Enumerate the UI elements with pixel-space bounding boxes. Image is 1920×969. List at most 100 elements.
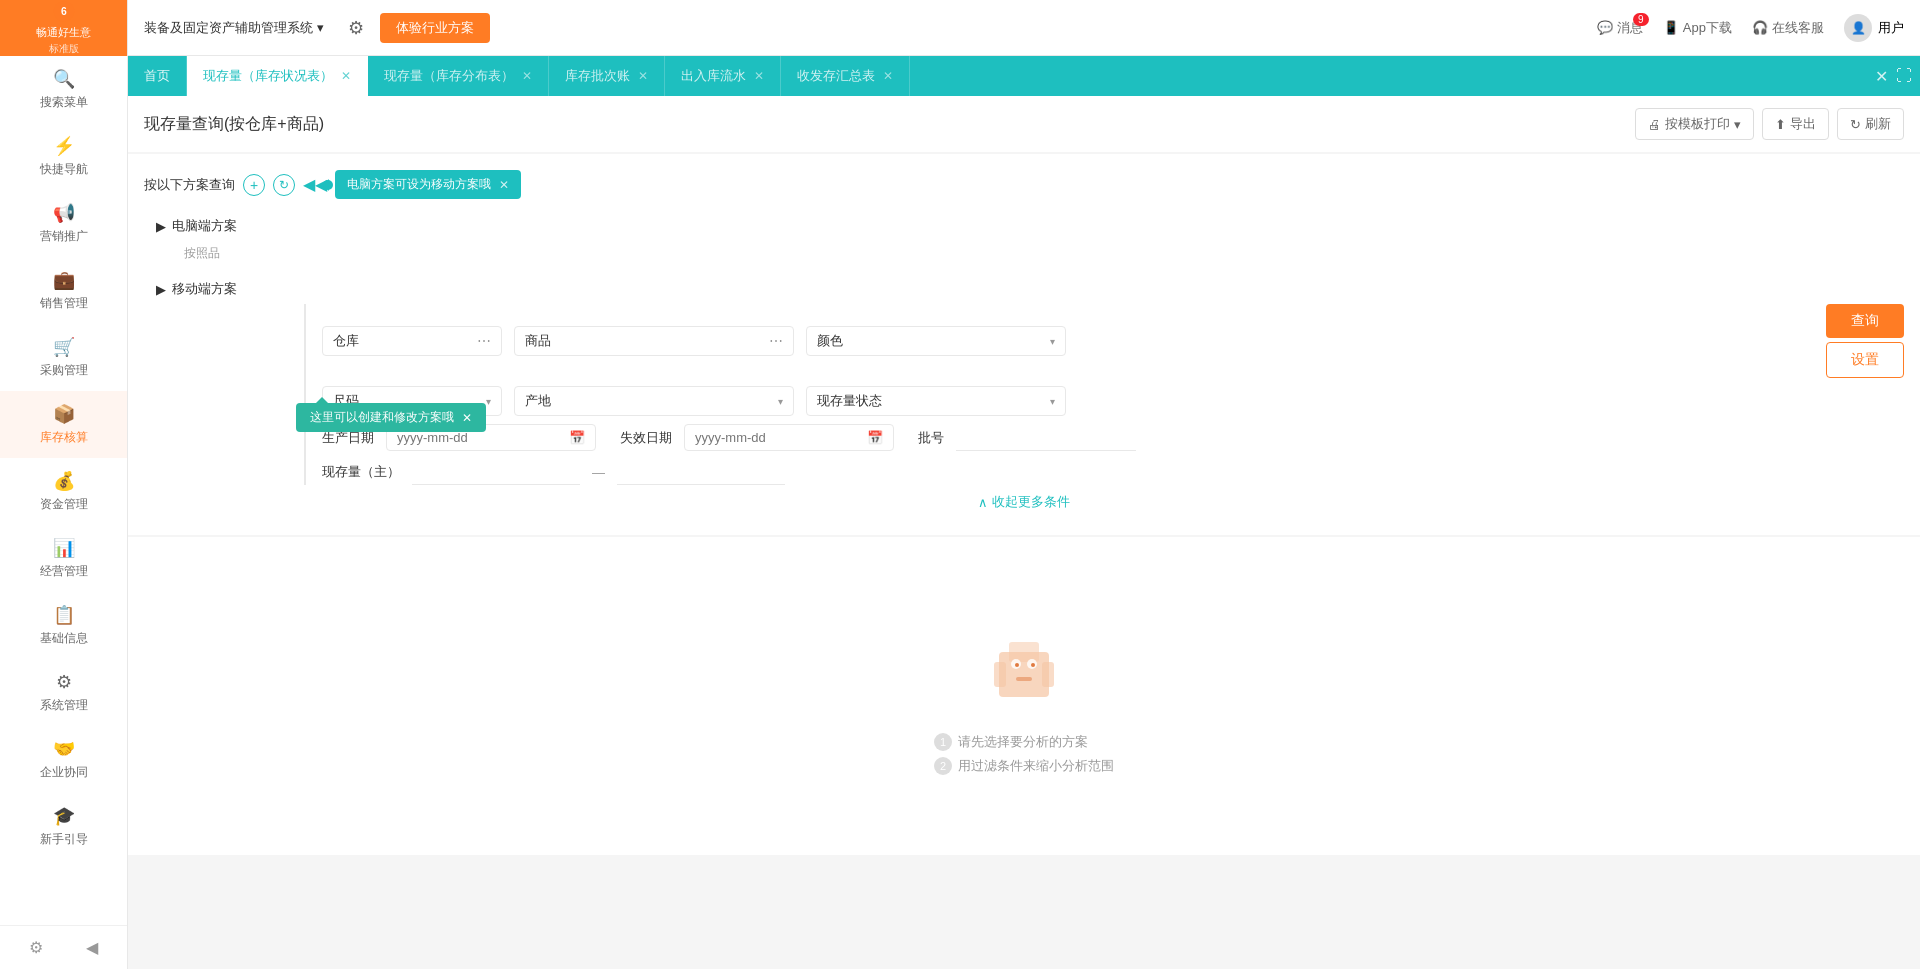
tab-bar-expand-icon[interactable]: ⛶ xyxy=(1896,67,1912,85)
tip-text-1: 请先选择要分析的方案 xyxy=(958,733,1088,751)
desktop-scheme-item[interactable]: ▶ 电脑端方案 xyxy=(144,211,304,241)
sidebar-item-search[interactable]: 🔍 搜索菜单 xyxy=(0,56,127,123)
sidebar-item-enterprise[interactable]: 🤝 企业协同 xyxy=(0,726,127,793)
stock-main-to-input[interactable] xyxy=(617,459,785,485)
marketing-nav-icon: 📢 xyxy=(53,202,75,224)
tip-num-2: 2 xyxy=(934,757,952,775)
filter-add-scheme-btn[interactable]: + xyxy=(243,174,265,196)
tab-batch-label: 库存批次账 xyxy=(565,67,630,85)
content-area: 现存量查询(按仓库+商品) 🖨 按模板打印 ▾ ⬆ 导出 ↻ 刷新 xyxy=(128,96,1920,969)
system-selector[interactable]: 装备及固定资产辅助管理系统 ▾ xyxy=(144,19,324,37)
warehouse-select[interactable]: 仓库 ⋯ xyxy=(322,326,502,356)
desktop-scheme: ▶ 电脑端方案 按照品 xyxy=(144,211,304,266)
svg-point-9 xyxy=(1031,663,1035,667)
avatar-icon: 👤 xyxy=(1851,21,1866,35)
goods-select[interactable]: 商品 ⋯ xyxy=(514,326,794,356)
page-header: 现存量查询(按仓库+商品) 🖨 按模板打印 ▾ ⬆ 导出 ↻ 刷新 xyxy=(128,96,1920,152)
tab-summary[interactable]: 收发存汇总表 ✕ xyxy=(781,56,910,96)
sidebar-item-system[interactable]: ⚙ 系统管理 xyxy=(0,659,127,726)
production-date-calendar-icon[interactable]: 📅 xyxy=(569,430,585,445)
desktop-sub-item[interactable]: 按照品 xyxy=(144,241,304,266)
message-badge: 9 xyxy=(1633,13,1649,26)
tab-flow[interactable]: 出入库流水 ✕ xyxy=(665,56,781,96)
online-service-btn[interactable]: 🎧 在线客服 xyxy=(1752,19,1824,37)
edit-tooltip: 这里可以创建和修改方案哦 ✕ xyxy=(296,403,486,432)
sidebar-item-stock[interactable]: 📦 库存核算 xyxy=(0,391,127,458)
tab-stock-status-close[interactable]: ✕ xyxy=(341,69,351,83)
sidebar-settings-btn[interactable]: ⚙ xyxy=(29,938,43,957)
sidebar-item-marketing[interactable]: 📢 营销推广 xyxy=(0,190,127,257)
mobile-scheme-item[interactable]: ▶ 移动端方案 xyxy=(144,274,1904,304)
print-btn[interactable]: 🖨 按模板打印 ▾ xyxy=(1635,108,1754,140)
sidebar-item-sales[interactable]: 💼 销售管理 xyxy=(0,257,127,324)
main-area: 装备及固定资产辅助管理系统 ▾ ⚙ 体验行业方案 💬 消息 9 📱 App下载 … xyxy=(128,0,1920,969)
user-area[interactable]: 👤 用户 xyxy=(1844,14,1904,42)
origin-arrow-icon: ▾ xyxy=(778,396,783,407)
system-title: 装备及固定资产辅助管理系统 xyxy=(144,19,313,37)
collapse-label: 收起更多条件 xyxy=(992,493,1070,511)
refresh-label: 刷新 xyxy=(1865,115,1891,133)
color-select[interactable]: 颜色 ▾ xyxy=(806,326,1066,356)
export-btn[interactable]: ⬆ 导出 xyxy=(1762,108,1829,140)
query-button[interactable]: 查询 xyxy=(1826,304,1904,338)
expiry-date-calendar-icon[interactable]: 📅 xyxy=(867,430,883,445)
experience-button[interactable]: 体验行业方案 xyxy=(380,13,490,43)
scheme-tooltip-close[interactable]: ✕ xyxy=(499,178,509,192)
sidebar-item-label-enterprise: 企业协同 xyxy=(40,764,88,781)
quick-nav-icon: ⚡ xyxy=(53,135,75,157)
message-btn[interactable]: 💬 消息 9 xyxy=(1597,19,1643,37)
tab-flow-label: 出入库流水 xyxy=(681,67,746,85)
tab-stock-status[interactable]: 现存量（库存状况表） ✕ xyxy=(187,56,368,96)
tab-summary-close[interactable]: ✕ xyxy=(883,69,893,83)
svg-rect-10 xyxy=(1016,677,1032,681)
stock-main-label: 现存量（主） xyxy=(322,463,400,481)
empty-tips: 1 请先选择要分析的方案 2 用过滤条件来缩小分析范围 xyxy=(934,733,1114,775)
user-label: 用户 xyxy=(1878,19,1904,37)
page-actions: 🖨 按模板打印 ▾ ⬆ 导出 ↻ 刷新 xyxy=(1635,108,1904,140)
expiry-date-field[interactable] xyxy=(695,430,863,445)
scheme-tooltip-text: 电脑方案可设为移动方案哦 xyxy=(347,176,491,193)
search-nav-icon: 🔍 xyxy=(53,68,75,90)
tab-stock-dist-close[interactable]: ✕ xyxy=(522,69,532,83)
app-download-btn[interactable]: 📱 App下载 xyxy=(1663,19,1732,37)
stock-main-from-input[interactable] xyxy=(412,459,580,485)
sidebar-item-guide[interactable]: 🎓 新手引导 xyxy=(0,793,127,860)
tab-batch[interactable]: 库存批次账 ✕ xyxy=(549,56,665,96)
sidebar-item-purchase[interactable]: 🛒 采购管理 xyxy=(0,324,127,391)
stock-status-select[interactable]: 现存量状态 ▾ xyxy=(806,386,1066,416)
mobile-scheme-arrow: ▶ xyxy=(156,282,166,297)
expiry-date-input[interactable]: 📅 xyxy=(684,424,894,451)
filter-area: 按以下方案查询 + ↻ ◀◀ 电脑方案可设为移动方案哦 ✕ xyxy=(128,154,1920,535)
refresh-btn[interactable]: ↻ 刷新 xyxy=(1837,108,1904,140)
empty-tip-1: 1 请先选择要分析的方案 xyxy=(934,733,1114,751)
sidebar-collapse-btn[interactable]: ◀ xyxy=(86,938,98,957)
filter-refresh-scheme-btn[interactable]: ↻ xyxy=(273,174,295,196)
sidebar-item-finance[interactable]: 💰 资金管理 xyxy=(0,458,127,525)
empty-state-container: 1 请先选择要分析的方案 2 用过滤条件来缩小分析范围 xyxy=(128,537,1920,855)
origin-select[interactable]: 产地 ▾ xyxy=(514,386,794,416)
header-settings-icon[interactable]: ⚙ xyxy=(348,17,364,39)
basic-nav-icon: 📋 xyxy=(53,604,75,626)
sales-nav-icon: 💼 xyxy=(53,269,75,291)
sidebar-item-label-marketing: 营销推广 xyxy=(40,228,88,245)
edit-tooltip-close[interactable]: ✕ xyxy=(462,411,472,425)
sidebar-item-label-finance: 资金管理 xyxy=(40,496,88,513)
tab-batch-close[interactable]: ✕ xyxy=(638,69,648,83)
sidebar-item-basic[interactable]: 📋 基础信息 xyxy=(0,592,127,659)
filter-header: 按以下方案查询 + ↻ ◀◀ 电脑方案可设为移动方案哦 ✕ xyxy=(144,170,1904,199)
stock-status-arrow-icon: ▾ xyxy=(1050,396,1055,407)
tab-flow-close[interactable]: ✕ xyxy=(754,69,764,83)
tab-home[interactable]: 首页 xyxy=(128,56,187,96)
tab-stock-dist[interactable]: 现存量（库存分布表） ✕ xyxy=(368,56,549,96)
sidebar-item-management[interactable]: 📊 经营管理 xyxy=(0,525,127,592)
tab-bar-close-icon[interactable]: ✕ xyxy=(1875,67,1888,86)
production-date-field[interactable] xyxy=(397,430,565,445)
sidebar-item-quick[interactable]: ⚡ 快捷导航 xyxy=(0,123,127,190)
sidebar-item-label-purchase: 采购管理 xyxy=(40,362,88,379)
print-label: 按模板打印 xyxy=(1665,115,1730,133)
collapse-btn[interactable]: ∧ 收起更多条件 xyxy=(144,485,1904,519)
filter-row-4: 现存量（主） — xyxy=(322,459,1904,485)
app-version: 标准版 xyxy=(49,42,79,56)
batch-input[interactable] xyxy=(956,425,1136,451)
set-button[interactable]: 设置 xyxy=(1826,342,1904,378)
